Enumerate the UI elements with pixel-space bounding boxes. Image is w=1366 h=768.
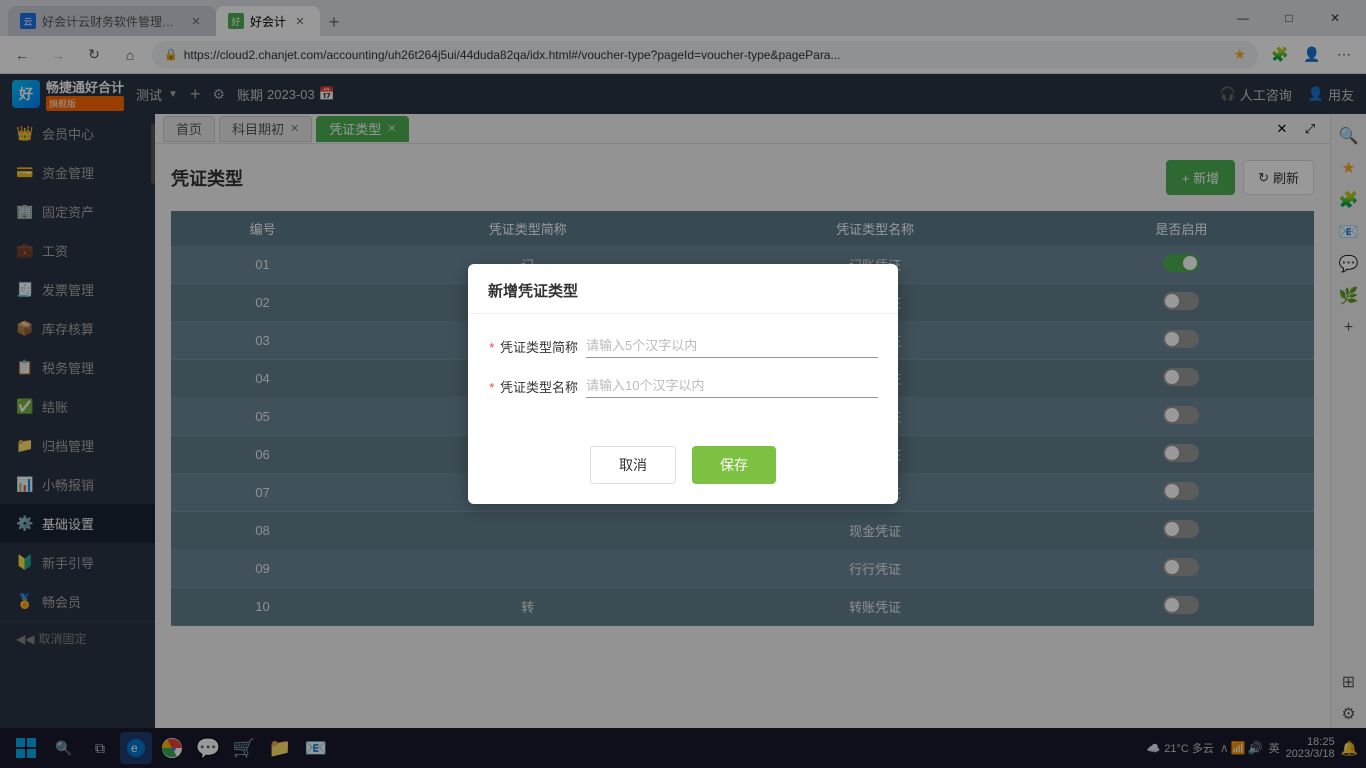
modal-dialog: 新增凭证类型 * 凭证类型简称 * 凭证类型名称 取消 保存: [468, 264, 898, 504]
name-label: * 凭证类型名称: [488, 377, 578, 396]
form-row-name: * 凭证类型名称: [488, 374, 878, 398]
modal-footer: 取消 保存: [468, 434, 898, 504]
modal-body: * 凭证类型简称 * 凭证类型名称: [468, 314, 898, 434]
name-input[interactable]: [586, 374, 878, 398]
short-label-text: 凭证类型简称: [500, 340, 578, 355]
name-label-text: 凭证类型名称: [500, 380, 578, 395]
modal-header: 新增凭证类型: [468, 264, 898, 314]
modal-overlay: 新增凭证类型 * 凭证类型简称 * 凭证类型名称 取消 保存: [0, 0, 1366, 768]
short-label: * 凭证类型简称: [488, 337, 578, 356]
save-button[interactable]: 保存: [692, 446, 776, 484]
cancel-button[interactable]: 取消: [590, 446, 676, 484]
form-row-short: * 凭证类型简称: [488, 334, 878, 358]
short-input[interactable]: [586, 334, 878, 358]
required-marker-2: *: [489, 380, 494, 395]
modal-title: 新增凭证类型: [488, 283, 578, 300]
required-marker-1: *: [489, 340, 494, 355]
